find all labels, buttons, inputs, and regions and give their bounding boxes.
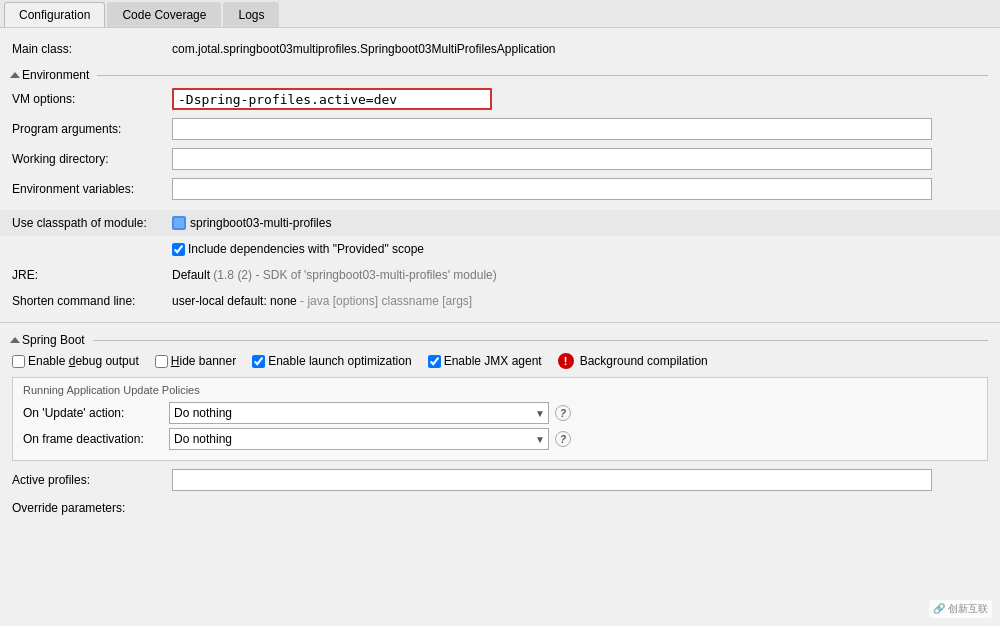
bottom-logo: 🔗 创新互联	[929, 600, 992, 618]
on-update-select[interactable]: Do nothingUpdate classes and resourcesHo…	[169, 402, 549, 424]
on-frame-help-icon[interactable]: ?	[555, 431, 571, 447]
on-frame-select-wrapper: Do nothingUpdate classes and resourcesHo…	[169, 428, 549, 450]
logo-icon: 🔗	[933, 603, 945, 614]
working-directory-control	[172, 148, 988, 170]
enable-jmx-item: Enable JMX agent	[428, 354, 542, 368]
env-variables-label: Environment variables:	[12, 182, 172, 196]
hide-banner-checkbox[interactable]	[155, 355, 168, 368]
active-profiles-control	[172, 469, 988, 491]
on-update-label: On 'Update' action:	[23, 406, 163, 420]
vm-options-label: VM options:	[12, 92, 172, 106]
shorten-control: user-local default: none - java [options…	[172, 294, 988, 308]
divider1	[0, 322, 1000, 323]
shorten-text: user-local default: none - java [options…	[172, 294, 472, 308]
spring-boot-label: Spring Boot	[22, 333, 85, 347]
enable-jmx-checkbox[interactable]	[428, 355, 441, 368]
enable-debug-item: Enable debug output	[12, 354, 139, 368]
include-deps-label: Include dependencies with "Provided" sco…	[188, 242, 424, 256]
main-class-value: com.jotal.springboot03multiprofiles.Spri…	[172, 42, 988, 56]
tab-bar: Configuration Code Coverage Logs	[0, 0, 1000, 28]
active-profiles-label: Active profiles:	[12, 473, 172, 487]
working-directory-label: Working directory:	[12, 152, 172, 166]
module-badge: springboot03-multi-profiles	[172, 216, 331, 230]
env-variables-row: Environment variables:	[0, 174, 1000, 204]
program-arguments-input[interactable]	[172, 118, 932, 140]
hide-banner-underline: H	[171, 354, 180, 368]
env-variables-input[interactable]	[172, 178, 932, 200]
environment-section-header: Environment	[0, 62, 1000, 84]
vm-input-wrapper	[172, 88, 988, 110]
program-arguments-row: Program arguments:	[0, 114, 1000, 144]
main-class-label: Main class:	[12, 42, 172, 56]
shorten-value: user-local default: none	[172, 294, 297, 308]
jre-control: Default (1.8 (2) - SDK of 'springboot03-…	[172, 268, 988, 282]
working-directory-row: Working directory:	[0, 144, 1000, 174]
section-divider	[97, 75, 988, 76]
main-class-row: Main class: com.jotal.springboot03multip…	[0, 36, 1000, 62]
background-compilation-label: Background compilation	[580, 354, 708, 368]
enable-debug-underline: d	[69, 354, 76, 368]
environment-label: Environment	[22, 68, 89, 82]
include-deps-checkbox-item: Include dependencies with "Provided" sco…	[172, 242, 424, 256]
enable-jmx-label: Enable JMX agent	[444, 354, 542, 368]
include-deps-checkbox[interactable]	[172, 243, 185, 256]
working-directory-input[interactable]	[172, 148, 932, 170]
spring-collapse-icon[interactable]	[10, 337, 20, 343]
shorten-row: Shorten command line: user-local default…	[0, 288, 1000, 314]
classpath-value: springboot03-multi-profiles	[190, 216, 331, 230]
on-frame-select[interactable]: Do nothingUpdate classes and resourcesHo…	[169, 428, 549, 450]
include-deps-row: Include dependencies with "Provided" sco…	[0, 236, 1000, 262]
enable-launch-checkbox[interactable]	[252, 355, 265, 368]
env-variables-control	[172, 178, 988, 200]
shorten-label: Shorten command line:	[12, 294, 172, 308]
enable-debug-label: Enable debug output	[28, 354, 139, 368]
enable-launch-label: Enable launch optimization	[268, 354, 411, 368]
module-icon	[172, 216, 186, 230]
override-params-label: Override parameters:	[12, 501, 172, 515]
config-content: Main class: com.jotal.springboot03multip…	[0, 28, 1000, 626]
hide-banner-label: Hide banner	[171, 354, 236, 368]
collapse-triangle-icon[interactable]	[10, 72, 20, 78]
on-update-help-icon[interactable]: ?	[555, 405, 571, 421]
update-policies-title: Running Application Update Policies	[23, 384, 977, 396]
spring-section-line	[93, 340, 988, 341]
enable-debug-checkbox[interactable]	[12, 355, 25, 368]
vm-options-input[interactable]	[172, 88, 492, 110]
on-update-select-wrapper: Do nothingUpdate classes and resourcesHo…	[169, 402, 549, 424]
jre-text: Default (1.8 (2) - SDK of 'springboot03-…	[172, 268, 497, 282]
logo-text: 创新互联	[948, 603, 988, 614]
tab-logs[interactable]: Logs	[223, 2, 279, 27]
spring-checkboxes-row: Enable debug output Hide banner Enable l…	[0, 349, 1000, 373]
main-window: Configuration Code Coverage Logs Main cl…	[0, 0, 1000, 626]
jre-default: Default	[172, 268, 210, 282]
on-update-row: On 'Update' action: Do nothingUpdate cla…	[23, 402, 977, 424]
vm-options-control	[172, 88, 988, 110]
main-class-text: com.jotal.springboot03multiprofiles.Spri…	[172, 42, 556, 56]
classpath-control: springboot03-multi-profiles	[172, 216, 988, 230]
jre-detail: (1.8 (2) - SDK of 'springboot03-multi-pr…	[210, 268, 497, 282]
on-frame-row: On frame deactivation: Do nothingUpdate …	[23, 428, 977, 450]
background-compilation-item: ! Background compilation	[558, 353, 708, 369]
classpath-label: Use classpath of module:	[12, 216, 172, 230]
update-policies-section: Running Application Update Policies On '…	[12, 377, 988, 461]
hide-banner-item: Hide banner	[155, 354, 236, 368]
program-arguments-label: Program arguments:	[12, 122, 172, 136]
on-frame-label: On frame deactivation:	[23, 432, 163, 446]
active-profiles-row: Active profiles:	[0, 465, 1000, 495]
shorten-detail: - java [options] classname [args]	[297, 294, 472, 308]
tab-configuration[interactable]: Configuration	[4, 2, 105, 27]
error-icon: !	[558, 353, 574, 369]
active-profiles-input[interactable]	[172, 469, 932, 491]
program-arguments-control	[172, 118, 988, 140]
classpath-row: Use classpath of module: springboot03-mu…	[0, 210, 1000, 236]
jre-row: JRE: Default (1.8 (2) - SDK of 'springbo…	[0, 262, 1000, 288]
enable-launch-item: Enable launch optimization	[252, 354, 411, 368]
spring-boot-section-header: Spring Boot	[0, 327, 1000, 349]
vm-options-row: VM options:	[0, 84, 1000, 114]
spacer2	[0, 314, 1000, 318]
override-params-row: Override parameters:	[0, 495, 1000, 521]
jre-label: JRE:	[12, 268, 172, 282]
tab-code-coverage[interactable]: Code Coverage	[107, 2, 221, 27]
